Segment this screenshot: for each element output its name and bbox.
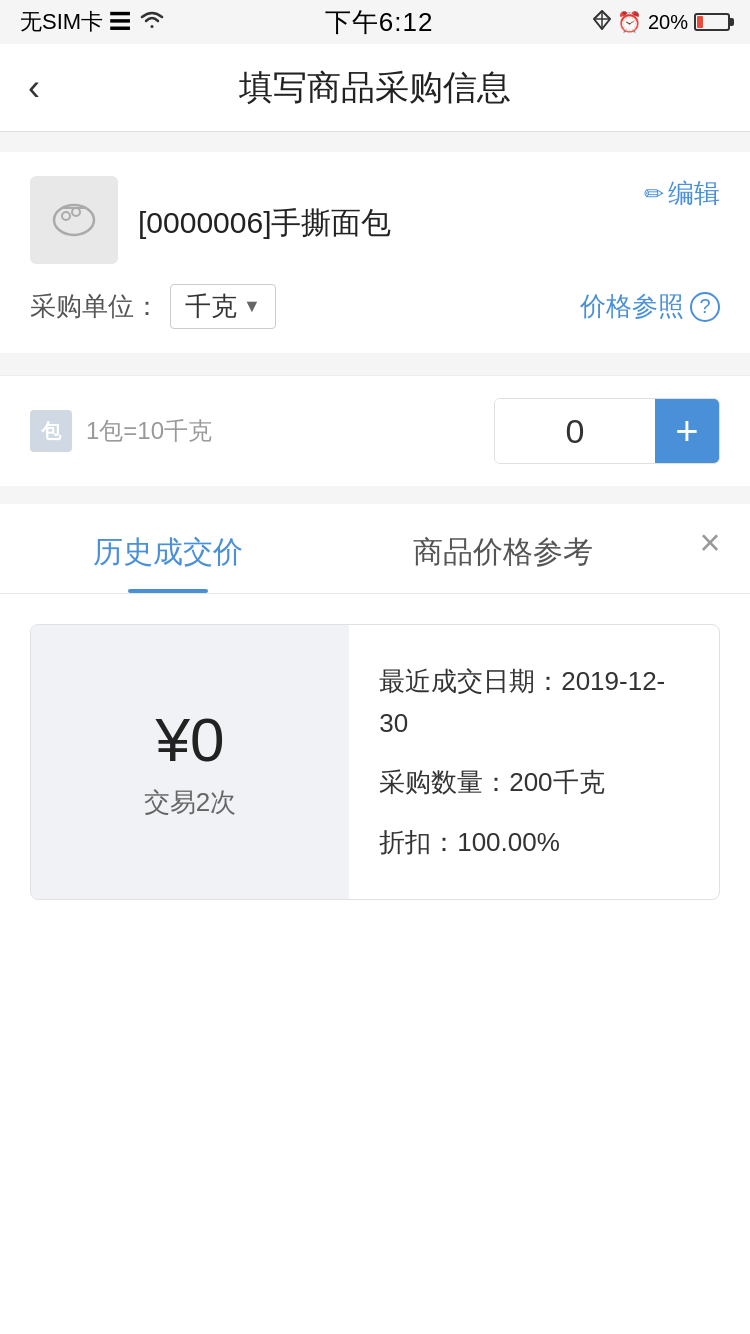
unit-arrow-icon: ▼ (243, 296, 261, 317)
product-left: [0000006]手撕面包 (30, 176, 391, 264)
tab-history-label: 历史成交价 (93, 535, 243, 568)
product-image (30, 176, 118, 264)
back-button[interactable]: ‹ (28, 67, 40, 109)
price-left-panel: ¥0 交易2次 (31, 625, 349, 899)
unit-section: 采购单位： 千克 ▼ (30, 284, 276, 329)
price-right-panel: 最近成交日期：2019-12-30 采购数量：200千克 折扣：100.00% (349, 625, 719, 899)
wifi-icon (139, 9, 165, 35)
nav-bar: ‹ 填写商品采购信息 (0, 44, 750, 132)
battery-icon (694, 13, 730, 31)
price-count: 交易2次 (144, 785, 236, 820)
qty-input[interactable] (495, 399, 655, 463)
product-footer: 采购单位： 千克 ▼ 价格参照 ? (30, 284, 720, 329)
price-ref-button[interactable]: 价格参照 ? (580, 289, 720, 324)
qty-detail-value: 200千克 (509, 767, 604, 797)
bottom-area (0, 930, 750, 1334)
status-time: 下午6:12 (325, 5, 434, 40)
section-divider-1 (0, 353, 750, 373)
alarm-icon: ⏰ (617, 10, 642, 34)
status-right: ⏰ 20% (593, 10, 730, 35)
tab-history-price[interactable]: 历史成交价 (0, 504, 335, 593)
product-card: [0000006]手撕面包 ✏ 编辑 采购单位： 千克 ▼ 价格参照 ? (0, 152, 750, 353)
recent-date-row: 最近成交日期：2019-12-30 (379, 661, 689, 744)
qty-input-group: + (494, 398, 720, 464)
status-bar: 无SIM卡 ☰ 下午6:12 ⏰ 20% (0, 0, 750, 44)
discount-row: 折扣：100.00% (379, 822, 689, 864)
product-name: [0000006]手撕面包 (138, 203, 391, 244)
tabs-panel: 历史成交价 商品价格参考 × ¥0 交易2次 最近成交日期：2019-12-30… (0, 504, 750, 930)
qty-row: 采购数量：200千克 (379, 762, 689, 804)
qty-sub-label: 1包=10千克 (86, 415, 212, 447)
unit-value: 千克 (185, 289, 237, 324)
qty-detail-label: 采购数量： (379, 767, 509, 797)
product-header: [0000006]手撕面包 ✏ 编辑 (30, 176, 720, 264)
page-title: 填写商品采购信息 (239, 65, 511, 111)
price-card: ¥0 交易2次 最近成交日期：2019-12-30 采购数量：200千克 折扣：… (30, 624, 720, 900)
tab-price-ref[interactable]: 商品价格参考 (335, 504, 670, 593)
carrier-text: 无SIM卡 ☰ (20, 7, 131, 37)
svg-point-4 (72, 208, 80, 216)
edit-label: 编辑 (668, 176, 720, 211)
discount-label: 折扣： (379, 827, 457, 857)
svg-point-3 (62, 212, 70, 220)
edit-button[interactable]: ✏ 编辑 (644, 176, 720, 211)
qty-unit-box: 包 (30, 410, 72, 452)
battery-pct: 20% (648, 11, 688, 34)
price-value: ¥0 (156, 704, 225, 775)
tab-price-ref-label: 商品价格参考 (413, 535, 593, 568)
discount-value: 100.00% (457, 827, 560, 857)
qty-plus-button[interactable]: + (655, 399, 719, 463)
qty-unit-text: 包 (41, 418, 61, 445)
status-left: 无SIM卡 ☰ (20, 7, 165, 37)
help-icon: ? (690, 292, 720, 322)
tab-underline (128, 589, 208, 593)
price-ref-label: 价格参照 (580, 289, 684, 324)
recent-date-label: 最近成交日期： (379, 666, 561, 696)
unit-select[interactable]: 千克 ▼ (170, 284, 276, 329)
edit-icon: ✏ (644, 180, 664, 208)
card-content: ¥0 交易2次 最近成交日期：2019-12-30 采购数量：200千克 折扣：… (0, 594, 750, 930)
tab-close-button[interactable]: × (670, 522, 750, 576)
quantity-row: 包 1包=10千克 + (0, 375, 750, 486)
location-icon (593, 10, 611, 35)
quantity-left: 包 1包=10千克 (30, 410, 212, 452)
tabs-header: 历史成交价 商品价格参考 × (0, 504, 750, 594)
unit-label: 采购单位： (30, 289, 160, 324)
